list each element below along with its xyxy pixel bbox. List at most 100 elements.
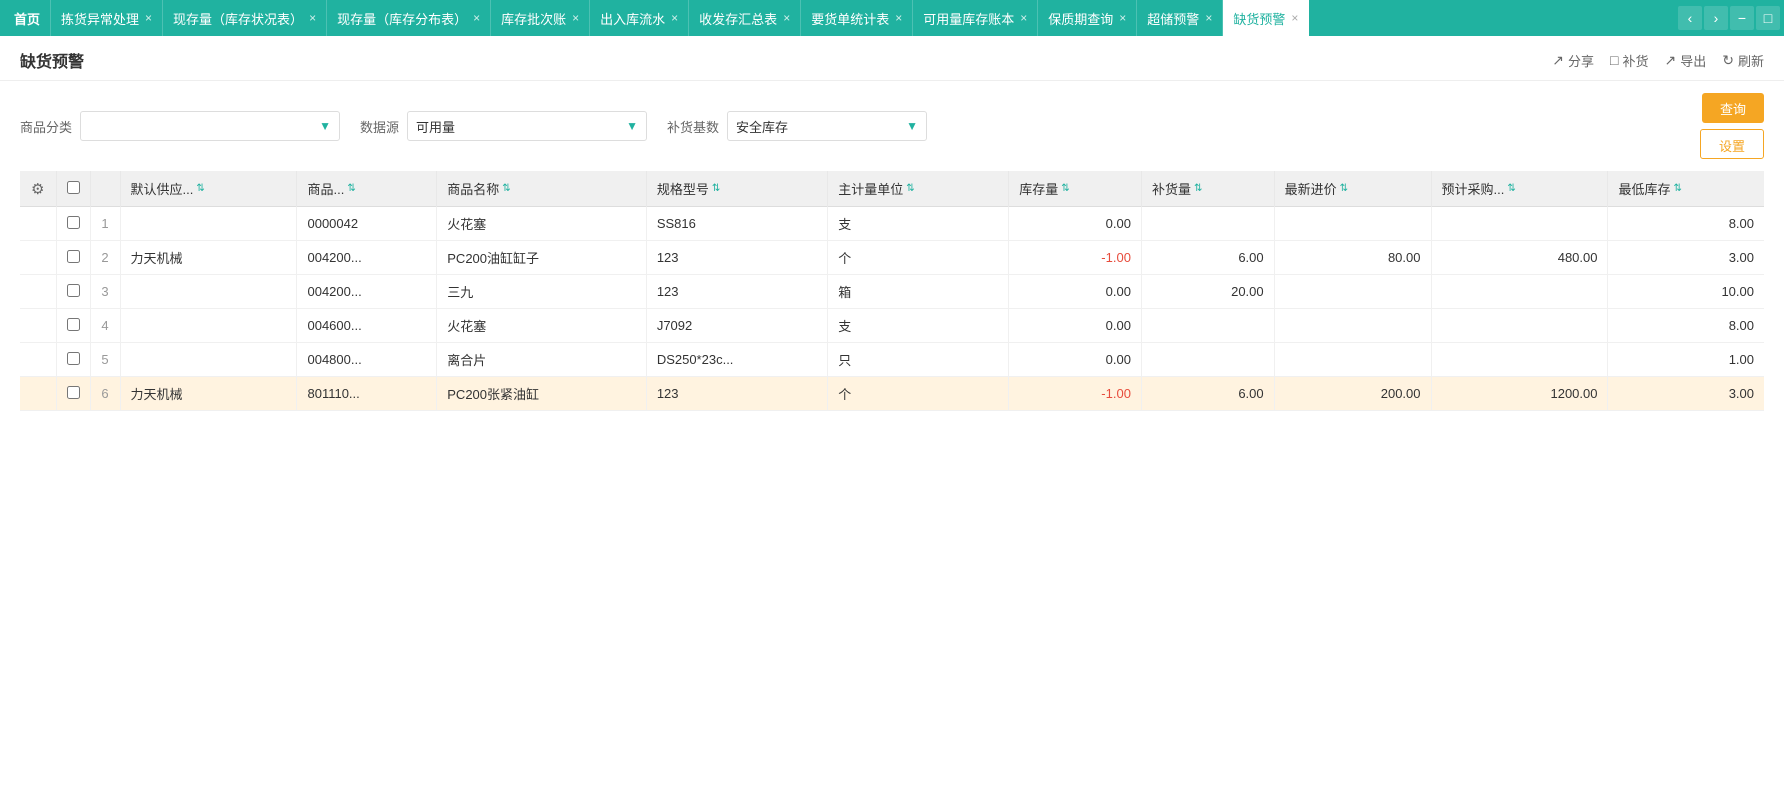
td-settings-5 [20,377,56,411]
tab-minimize-button[interactable]: − [1730,6,1754,30]
settings-gear-icon[interactable]: ⚙ [31,181,44,198]
td-supplier-1: 力天机械 [120,241,297,275]
td-supplier-2 [120,275,297,309]
close-inventory-status-tab[interactable]: × [309,11,316,25]
tab-exception[interactable]: 拣货异常处理 × [51,0,163,36]
tab-overstock-warning[interactable]: 超储预警 × [1137,0,1223,36]
row-checkbox-1[interactable] [67,250,80,263]
sort-product-code-icon: ⇅ [347,183,355,194]
tab-maximize-button[interactable]: □ [1756,6,1780,30]
sort-min-stock-icon: ⇅ [1674,183,1682,194]
td-checkbox-4[interactable] [56,343,90,377]
td-product-code-3: 004600... [297,309,437,343]
td-supplier-5: 力天机械 [120,377,297,411]
close-order-stats-tab[interactable]: × [895,11,902,25]
tab-order-stats[interactable]: 要货单统计表 × [801,0,913,36]
td-product-code-5: 801110... [297,377,437,411]
sort-est-purchase-icon: ⇅ [1507,183,1515,194]
th-product-code-label: 商品... [307,179,344,198]
td-settings-1 [20,241,56,275]
close-available-ledger-tab[interactable]: × [1020,11,1027,25]
th-default-supplier-label: 默认供应... [131,179,194,198]
td-checkbox-2[interactable] [56,275,90,309]
tab-available-ledger[interactable]: 可用量库存账本 × [913,0,1038,36]
row-checkbox-3[interactable] [67,318,80,331]
tab-recv-summary[interactable]: 收发存汇总表 × [689,0,801,36]
td-supplier-4 [120,343,297,377]
td-est-purchase-0 [1431,207,1608,241]
tab-inventory-dist[interactable]: 现存量（库存分布表） × [327,0,491,36]
replenish-button[interactable]: □ 补货 [1610,51,1648,70]
td-replenish-qty-4 [1141,343,1274,377]
replenish-icon: □ [1610,52,1618,68]
tab-shortage-warning[interactable]: 缺货预警 × [1223,0,1309,36]
main-content: 缺货预警 ↗ 分享 □ 补货 ↗ 导出 ↻ 刷新 商品分类 [0,36,1784,796]
export-button[interactable]: ↗ 导出 [1665,51,1707,70]
td-stock-qty-1: -1.00 [1009,241,1142,275]
tab-home[interactable]: 首页 [4,0,51,36]
th-stock-qty[interactable]: 库存量 ⇅ [1009,171,1142,207]
tab-next-button[interactable]: › [1704,6,1728,30]
tab-batch-account[interactable]: 库存批次账 × [491,0,590,36]
datasource-select-value: 可用量 [416,117,455,136]
close-exception-tab[interactable]: × [145,11,152,25]
close-batch-account-tab[interactable]: × [572,11,579,25]
restock-base-select[interactable]: 安全库存 ▼ [727,111,927,141]
tab-prev-button[interactable]: ‹ [1678,6,1702,30]
td-spec-3: J7092 [646,309,827,343]
th-product-name[interactable]: 商品名称 ⇅ [437,171,647,207]
tab-expiry-query[interactable]: 保质期查询 × [1038,0,1137,36]
row-checkbox-0[interactable] [67,216,80,229]
th-unit-label: 主计量单位 [838,179,903,198]
th-latest-price[interactable]: 最新进价 ⇅ [1274,171,1431,207]
td-product-name-2: 三九 [437,275,647,309]
th-replenish-qty-label: 补货量 [1152,179,1191,198]
share-button[interactable]: ↗ 分享 [1552,51,1594,70]
td-checkbox-1[interactable] [56,241,90,275]
td-replenish-qty-0 [1141,207,1274,241]
td-checkbox-5[interactable] [56,377,90,411]
category-select[interactable]: ▼ [80,111,340,141]
td-settings-3 [20,309,56,343]
td-checkbox-3[interactable] [56,309,90,343]
td-product-code-4: 004800... [297,343,437,377]
td-unit-3: 支 [828,309,1009,343]
th-spec[interactable]: 规格型号 ⇅ [646,171,827,207]
td-row-num-5: 6 [90,377,120,411]
row-checkbox-4[interactable] [67,352,80,365]
refresh-button[interactable]: ↻ 刷新 [1722,51,1764,70]
row-checkbox-5[interactable] [67,386,80,399]
restock-base-filter-group: 补货基数 安全库存 ▼ [667,111,927,141]
close-overstock-tab[interactable]: × [1205,11,1212,25]
td-unit-0: 支 [828,207,1009,241]
td-stock-qty-4: 0.00 [1009,343,1142,377]
td-latest-price-0 [1274,207,1431,241]
th-product-code[interactable]: 商品... ⇅ [297,171,437,207]
td-latest-price-2 [1274,275,1431,309]
th-settings[interactable]: ⚙ [20,171,56,207]
td-checkbox-0[interactable] [56,207,90,241]
tab-inventory-status[interactable]: 现存量（库存状况表） × [163,0,327,36]
close-shortage-tab[interactable]: × [1291,11,1298,25]
th-est-purchase-label: 预计采购... [1442,179,1505,198]
close-inventory-dist-tab[interactable]: × [473,11,480,25]
row-checkbox-2[interactable] [67,284,80,297]
td-est-purchase-4 [1431,343,1608,377]
th-replenish-qty[interactable]: 补货量 ⇅ [1141,171,1274,207]
category-dropdown-icon: ▼ [319,119,331,133]
td-supplier-0 [120,207,297,241]
th-default-supplier[interactable]: 默认供应... ⇅ [120,171,297,207]
datasource-select[interactable]: 可用量 ▼ [407,111,647,141]
th-min-stock[interactable]: 最低库存 ⇅ [1608,171,1764,207]
close-recv-summary-tab[interactable]: × [783,11,790,25]
th-unit[interactable]: 主计量单位 ⇅ [828,171,1009,207]
query-button[interactable]: 查询 [1702,93,1764,123]
td-product-name-3: 火花塞 [437,309,647,343]
table-body: 1 0000042 火花塞 SS816 支 0.00 8.00 2 力天机械 0… [20,207,1764,411]
close-expiry-query-tab[interactable]: × [1119,11,1126,25]
tab-inout-flow[interactable]: 出入库流水 × [590,0,689,36]
settings-button[interactable]: 设置 [1700,129,1764,159]
select-all-checkbox[interactable] [67,181,80,194]
th-est-purchase[interactable]: 预计采购... ⇅ [1431,171,1608,207]
close-inout-flow-tab[interactable]: × [671,11,678,25]
